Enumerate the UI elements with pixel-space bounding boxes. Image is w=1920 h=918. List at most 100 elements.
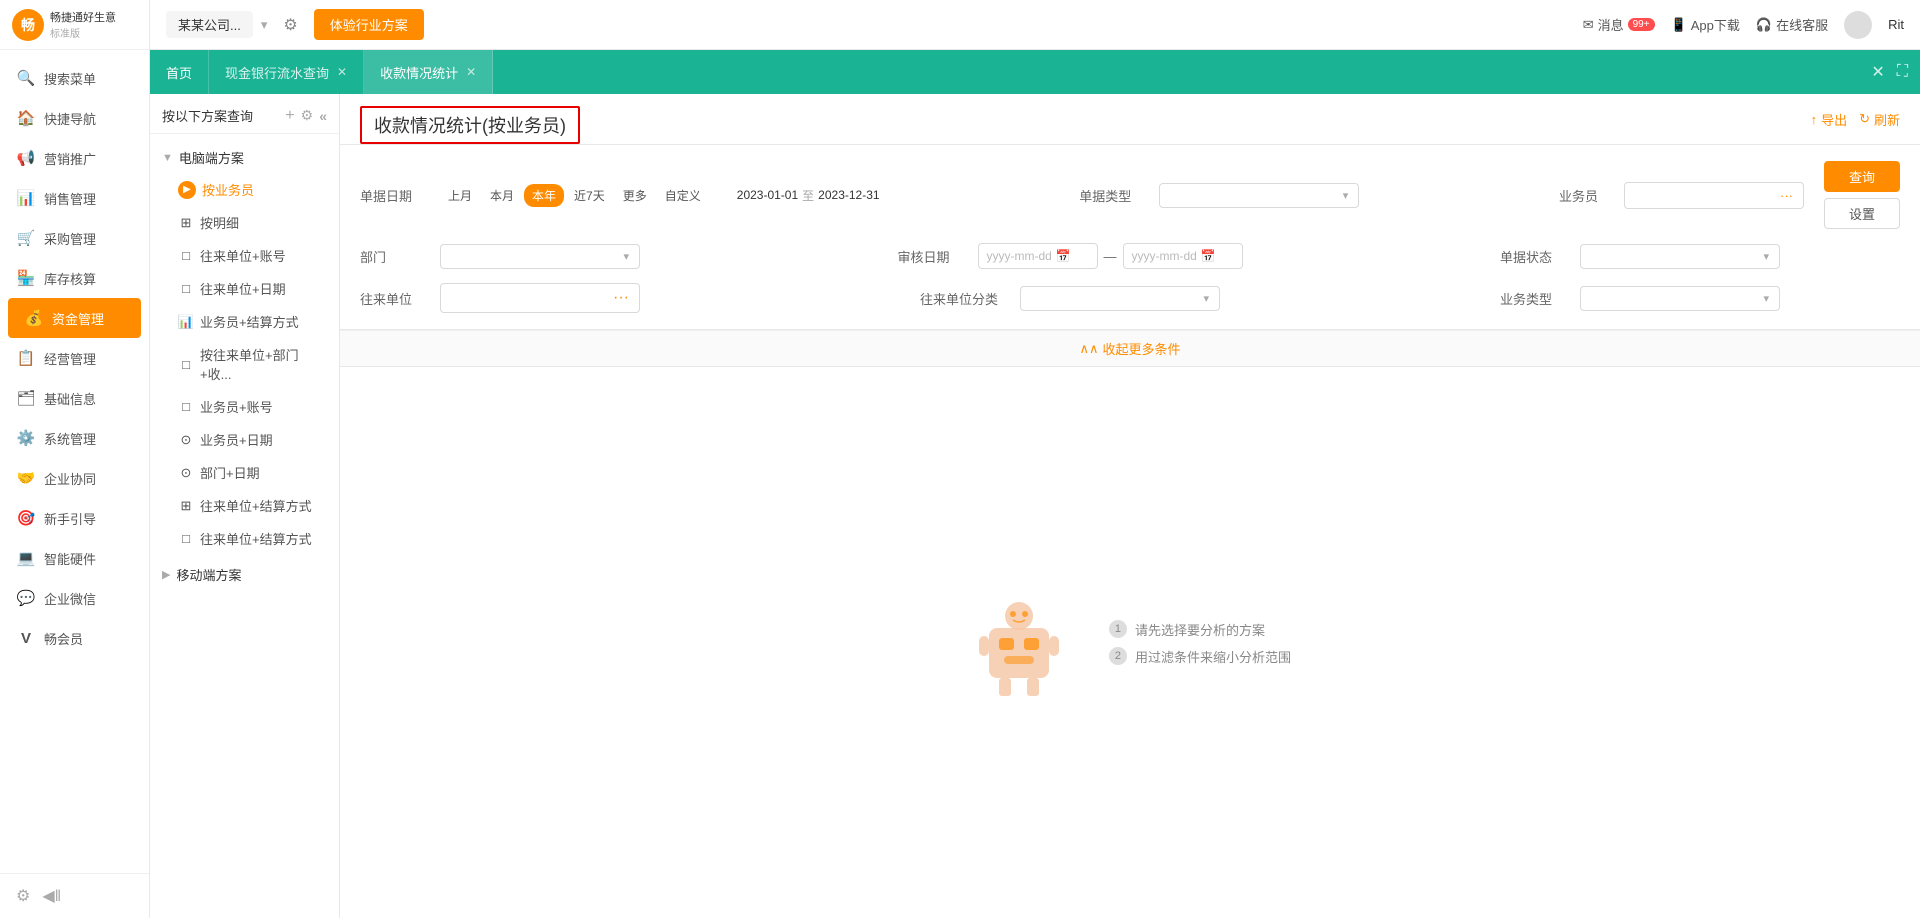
collapse-footer-icon[interactable]: ◀‖ [42, 886, 61, 906]
collapse-bar[interactable]: ∧∧ 收起更多条件 [340, 330, 1920, 367]
query-btn[interactable]: 查询 [1824, 161, 1900, 192]
salesman-settle-icon: 📊 [178, 314, 194, 330]
sidebar-item-label: 畅会员 [44, 629, 83, 648]
member-icon: V [16, 628, 36, 648]
tab-custom[interactable]: 自定义 [657, 184, 709, 207]
collapse-panel-icon[interactable]: « [319, 108, 327, 124]
export-icon: ↑ [1811, 112, 1818, 127]
refresh-btn[interactable]: ↻ 刷新 [1859, 110, 1900, 129]
left-panel-actions: + ⚙ « [285, 107, 327, 125]
tab-stats-close-icon[interactable]: ✕ [466, 65, 476, 79]
scheme-settings-icon[interactable]: ⚙ [301, 107, 314, 124]
sidebar-item-label: 搜索菜单 [44, 69, 96, 88]
scheme-item-unit-account[interactable]: □ 往来单位+账号 [150, 239, 339, 272]
sidebar-item-label: 营销推广 [44, 149, 96, 168]
partner-category-label: 往来单位分类 [920, 289, 1000, 308]
sidebar-item-label: 系统管理 [44, 429, 96, 448]
sidebar-item-marketing[interactable]: 📢 营销推广 [0, 138, 149, 178]
sidebar-footer: ⚙ ◀‖ [0, 873, 149, 918]
scheme-item-unit-settle1[interactable]: ⊞ 往来单位+结算方式 [150, 489, 339, 522]
tip-text-1: 请先选择要分析的方案 [1135, 620, 1265, 639]
tab-this-month[interactable]: 本月 [482, 184, 522, 207]
dept-select[interactable]: ▾ [440, 244, 640, 269]
voucher-status-arrow-icon: ▾ [1763, 250, 1769, 263]
salesman-dots-icon[interactable]: ··· [1780, 188, 1793, 203]
add-scheme-icon[interactable]: + [285, 107, 294, 125]
scheme-item-label: 往来单位+日期 [200, 279, 286, 298]
left-panel: 按以下方案查询 + ⚙ « ▼ 电脑端方案 ▶ 按业务员 [150, 94, 340, 918]
gear-icon[interactable]: ⚙ [283, 15, 297, 35]
sidebar-item-finance[interactable]: 💰 资金管理 [8, 298, 141, 338]
settings-footer-icon[interactable]: ⚙ [16, 886, 30, 906]
tab-bank[interactable]: 现金银行流水查询 ✕ [209, 50, 364, 94]
avatar[interactable] [1844, 11, 1872, 39]
partner-dots-icon[interactable]: ··· [613, 289, 629, 307]
tab-bank-close-icon[interactable]: ✕ [337, 65, 347, 79]
page-title-box: 收款情况统计(按业务员) [360, 106, 580, 144]
salesman-select[interactable]: ··· [1624, 182, 1804, 209]
sales-icon: 📊 [16, 188, 36, 208]
review-date-end-text: yyyy-mm-dd [1132, 249, 1197, 263]
scheme-item-salesman-settle[interactable]: 📊 业务员+结算方式 [150, 305, 339, 338]
page-header: 收款情况统计(按业务员) ↑ 导出 ↻ 刷新 [340, 94, 1920, 145]
settings-filter-btn[interactable]: 设置 [1824, 198, 1900, 229]
partner-select[interactable]: ··· [440, 283, 640, 313]
close-all-icon[interactable]: ✕ [1871, 62, 1884, 82]
biz-type-select[interactable]: ▾ [1580, 286, 1780, 311]
topbar-brand: 某某公司... ▾ [166, 11, 267, 38]
unit-dept-icon: □ [178, 356, 194, 372]
sidebar-item-label: 采购管理 [44, 229, 96, 248]
scheme-item-by-salesman[interactable]: ▶ 按业务员 [150, 173, 339, 206]
app-download-btn[interactable]: 📱 App下载 [1671, 15, 1740, 34]
sidebar-item-search[interactable]: 🔍 搜索菜单 [0, 58, 149, 98]
date-end: 2023-12-31 [818, 188, 879, 202]
sidebar-item-purchase[interactable]: 🛒 采购管理 [0, 218, 149, 258]
company-name[interactable]: 某某公司... [166, 11, 253, 38]
online-service-btn[interactable]: 🎧 在线客服 [1756, 15, 1828, 34]
scheme-item-by-detail[interactable]: ⊞ 按明细 [150, 206, 339, 239]
enterprise-icon: 🤝 [16, 468, 36, 488]
export-btn[interactable]: ↑ 导出 [1811, 110, 1848, 129]
voucher-status-select[interactable]: ▾ [1580, 244, 1780, 269]
tab-stats[interactable]: 收款情况统计 ✕ [364, 50, 493, 94]
sidebar-item-label: 企业协同 [44, 469, 96, 488]
dept-label: 部门 [360, 247, 420, 266]
scheme-item-dept-date[interactable]: ⊙ 部门+日期 [150, 456, 339, 489]
review-date-end[interactable]: yyyy-mm-dd 📅 [1123, 243, 1243, 269]
tab-last7[interactable]: 近7天 [566, 184, 613, 207]
voucher-type-label: 单据类型 [1079, 186, 1139, 205]
scheme-item-salesman-account[interactable]: □ 业务员+账号 [150, 390, 339, 423]
expand-icon[interactable]: ⛶ [1897, 63, 1908, 81]
sidebar-item-basicinfo[interactable]: 🗂 基础信息 [0, 378, 149, 418]
sidebar-item-operation[interactable]: 📋 经营管理 [0, 338, 149, 378]
sidebar-item-wechat[interactable]: 💬 企业微信 [0, 578, 149, 618]
review-date-start[interactable]: yyyy-mm-dd 📅 [978, 243, 1098, 269]
search-icon: 🔍 [16, 68, 36, 88]
sidebar-item-hardware[interactable]: 💻 智能硬件 [0, 538, 149, 578]
tab-home[interactable]: 首页 [150, 50, 209, 94]
chevron-down-icon[interactable]: ▾ [261, 17, 268, 33]
scheme-item-unit-dept-receive[interactable]: □ 按往来单位+部门+收... [150, 338, 339, 390]
sidebar-item-quicknav[interactable]: 🏠 快捷导航 [0, 98, 149, 138]
calendar-icon: 📅 [1056, 249, 1071, 263]
sidebar-item-sales[interactable]: 📊 销售管理 [0, 178, 149, 218]
sidebar-item-member[interactable]: V 畅会员 [0, 618, 149, 658]
filter-row-1: 单据日期 上月 本月 本年 近7天 更多 自定义 2023-01-01 至 20… [360, 161, 1900, 229]
sidebar-item-guide[interactable]: 🎯 新手引导 [0, 498, 149, 538]
tab-more[interactable]: 更多 [615, 184, 655, 207]
voucher-type-select[interactable]: ▾ [1159, 183, 1359, 208]
message-btn[interactable]: ✉ 消息 99+ [1583, 15, 1655, 34]
sidebar-item-enterprise[interactable]: 🤝 企业协同 [0, 458, 149, 498]
partner-category-select[interactable]: ▾ [1020, 286, 1220, 311]
tab-this-year[interactable]: 本年 [524, 184, 564, 207]
scheme-group-desktop[interactable]: ▼ 电脑端方案 [150, 142, 339, 173]
scheme-item-unit-date[interactable]: □ 往来单位+日期 [150, 272, 339, 305]
basicinfo-icon: 🗂 [16, 388, 36, 408]
scheme-item-salesman-date[interactable]: ⊙ 业务员+日期 [150, 423, 339, 456]
sidebar-item-inventory[interactable]: 🏪 库存核算 [0, 258, 149, 298]
tab-prev-month[interactable]: 上月 [440, 184, 480, 207]
trial-btn[interactable]: 体验行业方案 [314, 9, 424, 40]
scheme-item-unit-settle2[interactable]: □ 往来单位+结算方式 [150, 522, 339, 555]
sidebar-item-system[interactable]: ⚙️ 系统管理 [0, 418, 149, 458]
scheme-group-mobile[interactable]: ▶ 移动端方案 [150, 559, 339, 590]
